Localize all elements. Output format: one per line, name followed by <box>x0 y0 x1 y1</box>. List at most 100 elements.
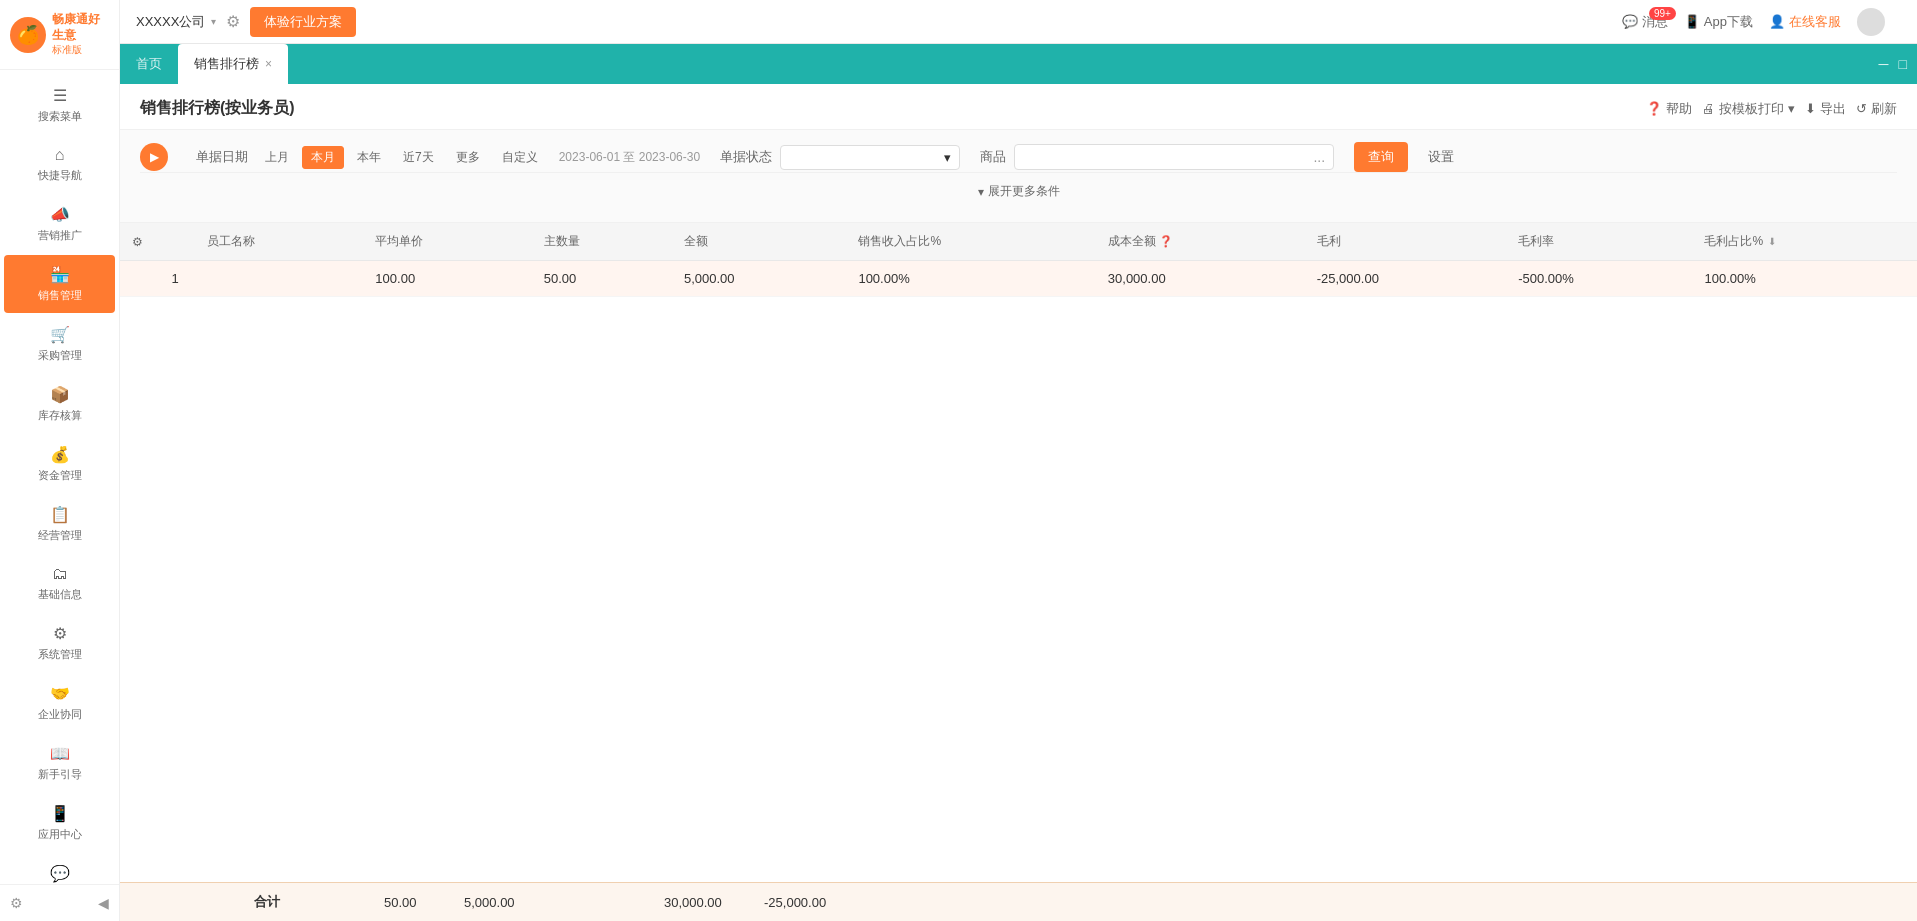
query-button[interactable]: 查询 <box>1354 142 1408 172</box>
gross-pct-sort-icon[interactable]: ⬇ <box>1768 236 1776 247</box>
app-download-button[interactable]: 📱 App下载 <box>1684 13 1753 31</box>
online-service-button[interactable]: 👤 在线客服 <box>1769 13 1841 31</box>
tab-sales-rank[interactable]: 销售排行榜 × <box>178 44 288 84</box>
filter-toggle-btn[interactable]: ▶ <box>140 143 168 171</box>
sidebar-footer: ⚙ ◀ <box>0 884 119 921</box>
sidebar-item-shortcuts[interactable]: ⌂ 快捷导航 <box>4 136 115 193</box>
date-filter-label: 单据日期 <box>196 148 248 166</box>
header-bar: XXXXX公司 ▾ ⚙ 体验行业方案 💬 消息 99+ 📱 App下载 👤 在线… <box>120 0 1917 44</box>
date-tab-prev-month[interactable]: 上月 <box>256 146 298 169</box>
sidebar-item-wechat[interactable]: 💬 企业微信 <box>4 854 115 884</box>
row-sales-pct: 100.00% <box>846 261 1095 297</box>
basic-icon: 🗂 <box>52 565 68 583</box>
sidebar-nav: ☰ 搜索菜单 ⌂ 快捷导航 📣 营销推广 🏪 销售管理 🛒 采购管理 📦 库存核… <box>0 70 119 884</box>
export-label: 导出 <box>1820 100 1846 118</box>
service-label: 在线客服 <box>1789 13 1841 31</box>
appstore-icon: 📱 <box>50 804 70 823</box>
app-download-label: App下载 <box>1704 13 1753 31</box>
sidebar-collapse-btn[interactable]: ◀ <box>98 895 109 911</box>
footer-cost: 30,000.00 <box>652 895 752 910</box>
col-gross-rate: 毛利率 <box>1506 223 1692 261</box>
cost-help-icon[interactable]: ❓ <box>1159 235 1173 247</box>
row-gross-rate: -500.00% <box>1506 261 1692 297</box>
tab-maximize-icon[interactable]: □ <box>1899 56 1907 72</box>
inventory-label: 库存核算 <box>38 408 82 423</box>
col-sales-pct: 销售收入占比% <box>846 223 1095 261</box>
sidebar-item-operations[interactable]: 📋 经营管理 <box>4 495 115 553</box>
goods-more-icon[interactable]: ... <box>1313 149 1325 165</box>
tab-home[interactable]: 首页 <box>120 44 178 84</box>
help-label: 帮助 <box>1666 100 1692 118</box>
search-label: 搜索菜单 <box>38 109 82 124</box>
footer-gross: -25,000.00 <box>752 895 852 910</box>
print-chevron-icon[interactable]: ▾ <box>1788 101 1795 116</box>
sidebar-item-system[interactable]: ⚙ 系统管理 <box>4 614 115 672</box>
sidebar-item-inventory[interactable]: 📦 库存核算 <box>4 375 115 433</box>
user-avatar[interactable] <box>1857 8 1885 36</box>
company-selector[interactable]: XXXXX公司 ▾ <box>136 13 216 31</box>
shortcuts-icon: ⌂ <box>55 146 65 164</box>
sidebar-settings-btn[interactable]: ⚙ <box>10 895 23 911</box>
filter-area: ▶ 单据日期 上月 本月 本年 近7天 更多 自定义 <box>120 130 1917 223</box>
date-tabs: 上月 本月 本年 近7天 更多 自定义 <box>256 146 547 169</box>
expand-more-button[interactable]: ▾ 展开更多条件 <box>972 177 1066 206</box>
date-tab-custom[interactable]: 自定义 <box>493 146 547 169</box>
sidebar: 🍊 畅康通好生意 标准版 ☰ 搜索菜单 ⌂ 快捷导航 📣 营销推广 🏪 销售管理… <box>0 0 120 921</box>
company-name: XXXXX公司 <box>136 13 205 31</box>
page-title: 销售排行榜(按业务员) <box>140 98 295 119</box>
operations-icon: 📋 <box>50 505 70 524</box>
sales-icon: 🏪 <box>50 265 70 284</box>
export-button[interactable]: ⬇ 导出 <box>1805 100 1846 118</box>
sidebar-item-basic[interactable]: 🗂 基础信息 <box>4 555 115 612</box>
col-settings[interactable]: ⚙ <box>120 223 155 261</box>
sidebar-item-purchase[interactable]: 🛒 采购管理 <box>4 315 115 373</box>
logo-icon: 🍊 <box>10 17 46 53</box>
print-icon: 🖨 <box>1702 101 1715 116</box>
message-button[interactable]: 💬 消息 99+ <box>1622 13 1668 31</box>
logo-text: 畅康通好生意 <box>52 12 109 43</box>
row-avg-price: 100.00 <box>363 261 531 297</box>
tab-sales-rank-label: 销售排行榜 <box>194 55 259 73</box>
trial-button[interactable]: 体验行业方案 <box>250 7 356 37</box>
sidebar-item-search[interactable]: ☰ 搜索菜单 <box>4 76 115 134</box>
col-name: 员工名称 <box>195 223 363 261</box>
sidebar-item-appstore[interactable]: 📱 应用中心 <box>4 794 115 852</box>
export-icon: ⬇ <box>1805 101 1816 116</box>
search-icon: ☰ <box>53 86 67 105</box>
operations-label: 经营管理 <box>38 528 82 543</box>
row-name <box>195 261 363 297</box>
settings-filter-button[interactable]: 设置 <box>1428 148 1454 166</box>
sidebar-item-marketing[interactable]: 📣 营销推广 <box>4 195 115 253</box>
print-button[interactable]: 🖨 按模板打印 ▾ <box>1702 100 1795 118</box>
date-tab-7days[interactable]: 近7天 <box>394 146 443 169</box>
sidebar-item-finance[interactable]: 💰 资金管理 <box>4 435 115 493</box>
shortcuts-label: 快捷导航 <box>38 168 82 183</box>
date-tab-more[interactable]: 更多 <box>447 146 489 169</box>
appstore-label: 应用中心 <box>38 827 82 842</box>
help-button[interactable]: ❓ 帮助 <box>1646 100 1692 118</box>
tab-minimize-icon[interactable]: ─ <box>1879 56 1889 72</box>
refresh-label: 刷新 <box>1871 100 1897 118</box>
header-right: 💬 消息 99+ 📱 App下载 👤 在线客服 <box>1622 8 1901 36</box>
guide-label: 新手引导 <box>38 767 82 782</box>
sidebar-item-guide[interactable]: 📖 新手引导 <box>4 734 115 792</box>
header-settings-icon[interactable]: ⚙ <box>226 12 240 31</box>
page-actions: ❓ 帮助 🖨 按模板打印 ▾ ⬇ 导出 ↺ <box>1646 100 1897 118</box>
purchase-icon: 🛒 <box>50 325 70 344</box>
col-avg-price: 平均单价 <box>363 223 531 261</box>
enterprise-icon: 🤝 <box>50 684 70 703</box>
date-tab-current-year[interactable]: 本年 <box>348 146 390 169</box>
row-settings[interactable] <box>120 261 155 297</box>
date-range-display: 2023-06-01 至 2023-06-30 <box>559 149 700 166</box>
goods-select[interactable]: ... <box>1014 144 1334 170</box>
settings-small-label: 设置 <box>1428 148 1454 166</box>
status-select-chevron-icon: ▾ <box>944 150 951 165</box>
date-tab-current-month[interactable]: 本月 <box>302 146 344 169</box>
refresh-button[interactable]: ↺ 刷新 <box>1856 100 1897 118</box>
status-select[interactable]: ▾ <box>780 145 960 170</box>
system-icon: ⚙ <box>53 624 67 643</box>
sidebar-item-enterprise[interactable]: 🤝 企业协同 <box>4 674 115 732</box>
tab-close-icon[interactable]: × <box>265 57 272 71</box>
sidebar-item-sales[interactable]: 🏪 销售管理 <box>4 255 115 313</box>
message-badge: 99+ <box>1649 7 1676 20</box>
